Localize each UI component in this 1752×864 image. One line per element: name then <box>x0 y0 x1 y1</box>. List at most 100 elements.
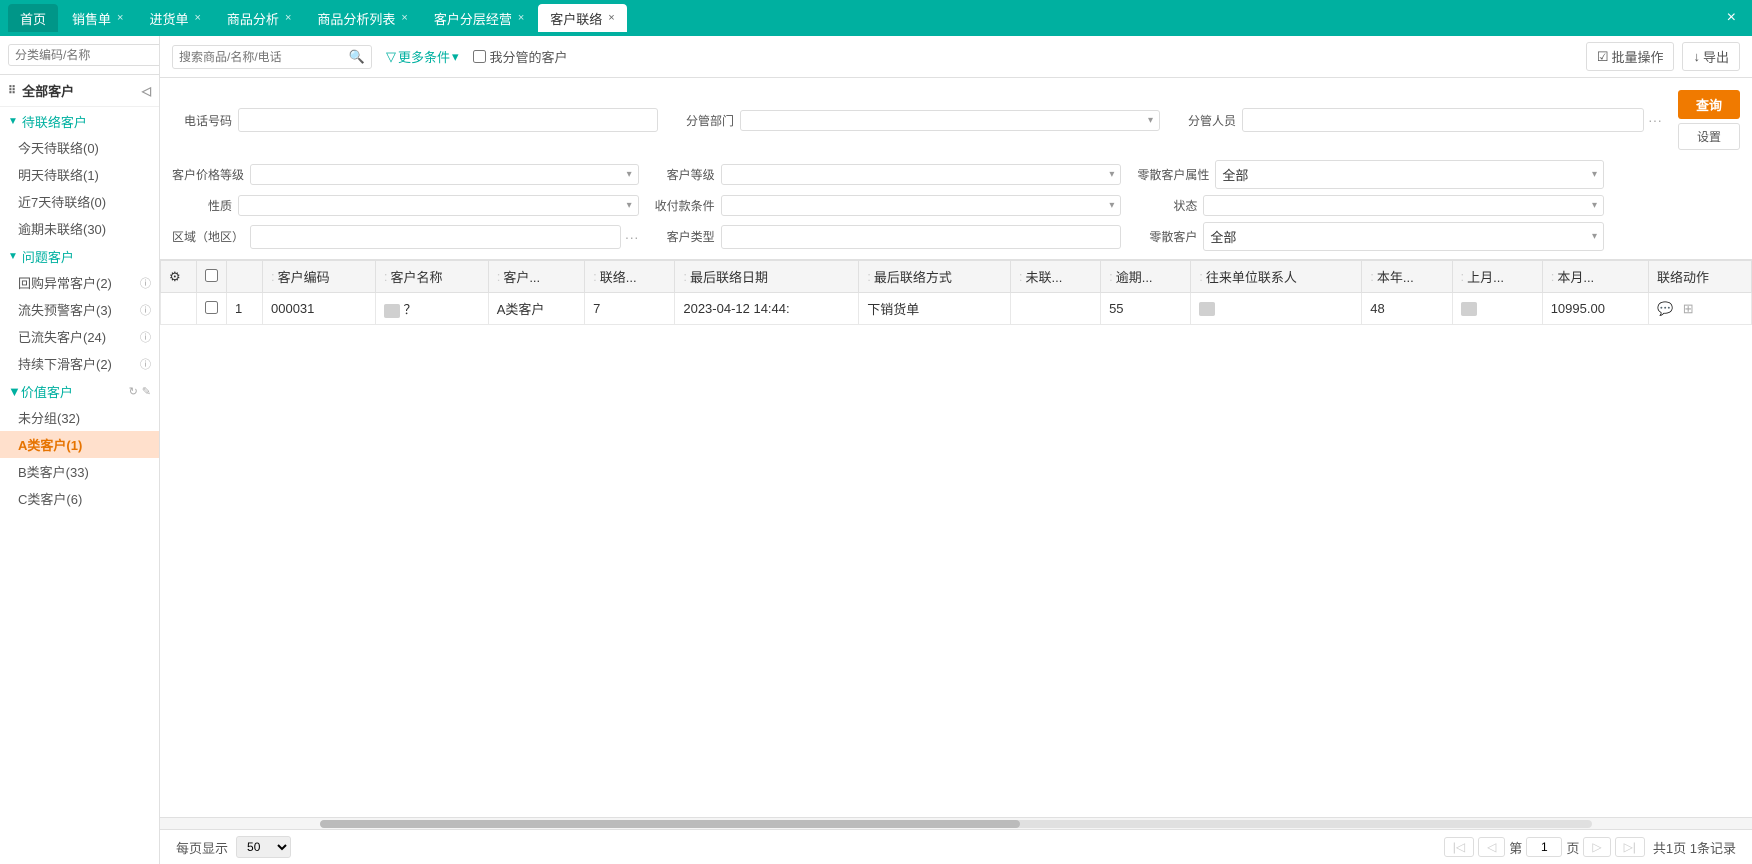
filter-more-button[interactable]: ▽ 更多条件 ▾ <box>380 44 465 69</box>
scrollbar-thumb[interactable] <box>320 820 1020 828</box>
sidebar-item-unclassified[interactable]: 未分组(32) <box>0 404 159 431</box>
sidebar-item-tomorrow[interactable]: 明天待联络(1) <box>0 161 159 188</box>
value-group-label: 价值客户 <box>21 382 73 401</box>
main-layout: 🔍 ⠿ 全部客户 ◁ ▼ 待联络客户 今天待联络(0) 明天待联络(1) 近7天… <box>0 36 1752 864</box>
customer-level-select[interactable]: ▾ <box>721 164 1122 185</box>
manager-input[interactable] <box>1242 108 1644 132</box>
th-unit-sep: : <box>1199 269 1203 284</box>
page-number-input[interactable] <box>1526 837 1562 857</box>
filter-customer-type: 客户类型 <box>655 225 1122 249</box>
prev-page-button[interactable]: ◁ <box>1478 837 1505 857</box>
page-size-select[interactable]: 50 100 <box>236 836 291 858</box>
toolbar: 🔍 ▽ 更多条件 ▾ 我分管的客户 ☑ 批量操作 ↓ 导出 <box>160 36 1752 78</box>
query-button[interactable]: 查询 <box>1678 90 1740 119</box>
row-type-cell: A类客户 <box>488 293 584 325</box>
phone-input[interactable] <box>238 108 658 132</box>
manager-dots-button[interactable]: ··· <box>1648 112 1662 128</box>
nav-tab-sales[interactable]: 销售单 × <box>60 4 135 32</box>
sidebar-group-problem[interactable]: ▼ 问题客户 <box>0 242 159 269</box>
toolbar-search-box: 🔍 <box>172 45 372 69</box>
row-action-icon2[interactable]: ⊞ <box>1683 301 1694 316</box>
status-arrow: ▾ <box>1592 200 1597 211</box>
row-checkbox[interactable] <box>205 301 218 314</box>
nature-arrow: ▾ <box>627 200 632 211</box>
edit-icon[interactable]: ✎ <box>142 385 151 398</box>
dept-label: 分管部门 <box>674 112 734 129</box>
last-page-button[interactable]: ▷| <box>1615 837 1645 857</box>
refresh-icon[interactable]: ↻ <box>129 385 138 398</box>
toolbar-search-input[interactable] <box>179 50 349 64</box>
customer-type-input[interactable] <box>721 225 1122 249</box>
export-label: 导出 <box>1703 47 1729 66</box>
th-num <box>227 261 263 293</box>
settings-gear-icon[interactable]: ⚙ <box>169 269 181 284</box>
sidebar-item-b-class[interactable]: B类客户(33) <box>0 458 159 485</box>
th-overdue: : 逾期... <box>1101 261 1191 293</box>
sidebar-search-input[interactable] <box>8 44 160 66</box>
th-code-sep: : <box>271 269 275 284</box>
status-select[interactable]: ▾ <box>1203 195 1604 216</box>
attrition-warning-info-icon[interactable]: ⓘ <box>140 302 151 318</box>
price-level-label: 客户价格等级 <box>172 166 244 183</box>
nav-tab-customer-mgmt[interactable]: 客户分层经营 × <box>422 4 536 32</box>
sidebar-item-today[interactable]: 今天待联络(0) <box>0 134 159 161</box>
sidebar-item-c-class[interactable]: C类客户(6) <box>0 485 159 512</box>
next-page-button[interactable]: ▷ <box>1583 837 1610 857</box>
nav-tab-product-list[interactable]: 商品分析列表 × <box>305 4 419 32</box>
select-all-checkbox[interactable] <box>205 269 218 282</box>
th-this-month-label: 本月... <box>1557 267 1594 286</box>
declining-info-icon[interactable]: ⓘ <box>140 356 151 372</box>
row-action-icon1[interactable]: 💬 <box>1657 301 1673 316</box>
sidebar-group-value[interactable]: ▼ 价值客户 ↻ ✎ <box>0 377 159 404</box>
my-customers-checkbox[interactable] <box>473 50 486 63</box>
lost-info-icon[interactable]: ⓘ <box>140 329 151 345</box>
customer-mgmt-tab-close[interactable]: × <box>518 12 524 24</box>
customer-contact-tab-close[interactable]: × <box>608 12 614 24</box>
nature-select[interactable]: ▾ <box>238 195 639 216</box>
product-analysis-tab-close[interactable]: × <box>285 12 291 24</box>
filter-price-level: 客户价格等级 ▾ <box>172 164 639 185</box>
th-action-label: 联络动作 <box>1657 267 1709 286</box>
sidebar-group-pending[interactable]: ▼ 待联络客户 <box>0 107 159 134</box>
customer-type-label: 客户类型 <box>655 228 715 245</box>
total-records-label: 共1页 1条记录 <box>1653 838 1736 857</box>
product-list-tab-close[interactable]: × <box>401 12 407 24</box>
nav-tab-customer-contact[interactable]: 客户联络 × <box>538 4 626 32</box>
dept-select[interactable]: ▾ <box>740 110 1160 131</box>
th-type-label: 客户... <box>503 267 540 286</box>
my-customers-checkbox-label[interactable]: 我分管的客户 <box>473 47 568 66</box>
nav-tab-product-analysis[interactable]: 商品分析 × <box>215 4 303 32</box>
first-page-button[interactable]: |◁ <box>1444 837 1474 857</box>
sidebar-collapse-icon[interactable]: ◁ <box>142 84 151 98</box>
export-button[interactable]: ↓ 导出 <box>1682 42 1740 71</box>
th-type-sep: : <box>497 269 501 284</box>
sidebar-item-a-class[interactable]: A类客户(1) <box>0 431 159 458</box>
th-unit-contacts: : 往来单位联系人 <box>1191 261 1362 293</box>
sidebar-item-abnormal[interactable]: 回购异常客户(2) ⓘ <box>0 269 159 296</box>
batch-operation-button[interactable]: ☑ 批量操作 <box>1586 42 1675 71</box>
abnormal-info-icon[interactable]: ⓘ <box>140 275 151 291</box>
row-name-swatch <box>384 304 400 318</box>
sidebar-item-declining[interactable]: 持续下滑客户(2) ⓘ <box>0 350 159 377</box>
toolbar-search-icon[interactable]: 🔍 <box>349 49 365 65</box>
sales-tab-close[interactable]: × <box>117 12 123 24</box>
retail-attr-select[interactable]: 全部 ▾ <box>1215 160 1604 189</box>
sidebar-item-7days[interactable]: 近7天待联络(0) <box>0 188 159 215</box>
settings-button[interactable]: 设置 <box>1678 123 1740 150</box>
close-all-button[interactable]: × <box>1719 7 1744 29</box>
region-dots-button[interactable]: ··· <box>625 229 639 245</box>
sidebar-item-attrition-warning[interactable]: 流失预警客户(3) ⓘ <box>0 296 159 323</box>
sidebar-item-overdue[interactable]: 逾期未联络(30) <box>0 215 159 242</box>
purchase-tab-close[interactable]: × <box>194 12 200 24</box>
sidebar-item-lost[interactable]: 已流失客户(24) ⓘ <box>0 323 159 350</box>
nav-tab-purchase[interactable]: 进货单 × <box>137 4 212 32</box>
7days-contact-label: 近7天待联络(0) <box>18 192 106 211</box>
price-level-select[interactable]: ▾ <box>250 164 639 185</box>
payment-select[interactable]: ▾ <box>721 195 1122 216</box>
nav-tab-home[interactable]: 首页 <box>8 4 58 32</box>
region-input[interactable] <box>250 225 621 249</box>
horizontal-scrollbar[interactable] <box>160 817 1752 829</box>
scrollbar-track[interactable] <box>320 820 1592 828</box>
row-last-method[interactable]: 下销货单 <box>867 302 919 317</box>
retail-customer-select[interactable]: 全部 ▾ <box>1203 222 1604 251</box>
